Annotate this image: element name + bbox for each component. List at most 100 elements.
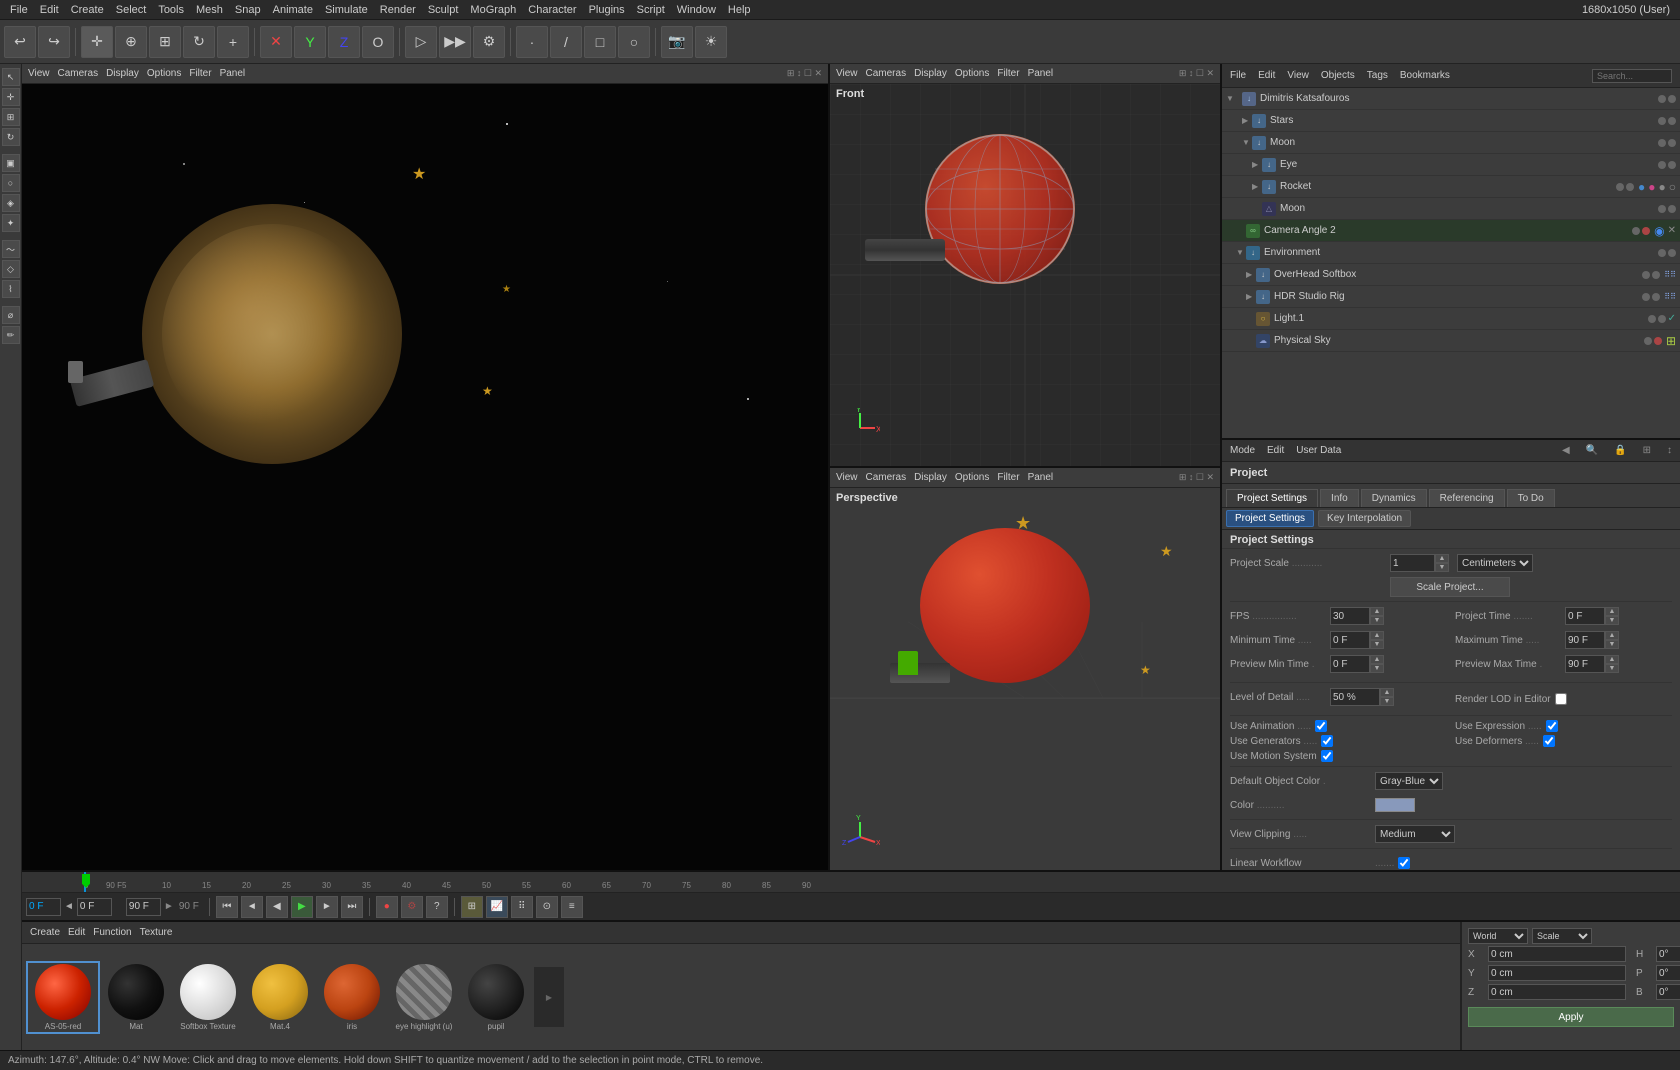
attr-menu-userdata[interactable]: User Data <box>1296 445 1341 456</box>
x-axis-btn[interactable]: ✕ <box>260 26 292 58</box>
stars-render[interactable] <box>1668 117 1676 125</box>
menu-select[interactable]: Select <box>110 4 153 16</box>
perspective-3d-viewport[interactable]: Perspective ★ ★ <box>830 488 1220 870</box>
attr-menu-mode[interactable]: Mode <box>1230 445 1255 456</box>
moon-render[interactable] <box>1668 139 1676 147</box>
project-scale-unit[interactable]: Centimeters Meters Millimeters <box>1457 554 1533 572</box>
y-axis-btn[interactable]: Y <box>294 26 326 58</box>
env-render[interactable] <box>1668 249 1676 257</box>
obj-menu-tags[interactable]: Tags <box>1367 70 1388 81</box>
lt-nurbs[interactable]: ◇ <box>2 260 20 278</box>
tl-motion2[interactable]: ⊙ <box>536 896 558 918</box>
menu-help[interactable]: Help <box>722 4 757 16</box>
use-animation-checkbox[interactable] <box>1315 720 1327 732</box>
env-vis[interactable] <box>1658 249 1666 257</box>
obj-light1[interactable]: ○ Light.1 ✓ <box>1222 308 1680 330</box>
obj-eye[interactable]: ▶ ↓ Eye <box>1222 154 1680 176</box>
redo-btn[interactable]: ↪ <box>38 26 70 58</box>
menu-mograph[interactable]: MoGraph <box>464 4 522 16</box>
menu-simulate[interactable]: Simulate <box>319 4 374 16</box>
max-time-input[interactable] <box>1565 631 1605 649</box>
eye-render[interactable] <box>1668 161 1676 169</box>
pt-up[interactable]: ▲ <box>1605 607 1619 616</box>
vp-front-filter[interactable]: Filter <box>997 68 1019 79</box>
coord-x-input[interactable] <box>1488 946 1626 962</box>
tl-play-back[interactable]: ◀ <box>266 896 288 918</box>
vp-front-cameras[interactable]: Cameras <box>866 68 907 79</box>
obj-camera[interactable]: ∞ Camera Angle 2 ◉ ✕ <box>1222 220 1680 242</box>
lt-move[interactable]: ✛ <box>2 88 20 106</box>
default-color-select[interactable]: Gray-Blue <box>1375 772 1443 790</box>
mat-pupil[interactable]: pupil <box>462 964 530 1031</box>
obj-moon[interactable]: ▼ ↓ Moon <box>1222 132 1680 154</box>
lt-paint[interactable]: ✏ <box>2 326 20 344</box>
scale-tool[interactable]: ⊞ <box>149 26 181 58</box>
undo-btn[interactable]: ↩ <box>4 26 36 58</box>
tl-motion[interactable]: ? <box>426 896 448 918</box>
tl-current-frame[interactable] <box>77 898 112 916</box>
coord-scale-select[interactable]: Scale <box>1532 928 1592 944</box>
rocket-render[interactable] <box>1626 183 1634 191</box>
object-mode[interactable]: ○ <box>618 26 650 58</box>
obj-menu-edit[interactable]: Edit <box>1258 70 1275 81</box>
vp-persp-view[interactable]: View <box>836 472 858 483</box>
preview-max-input[interactable] <box>1565 655 1605 673</box>
mat-mat[interactable]: Mat <box>102 964 170 1031</box>
vp-persp-cameras[interactable]: Cameras <box>866 472 907 483</box>
use-motion-checkbox[interactable] <box>1321 750 1333 762</box>
menu-tools[interactable]: Tools <box>152 4 190 16</box>
softbox-vis[interactable] <box>1642 271 1650 279</box>
obj-stars[interactable]: ▶ ↓ Stars <box>1222 110 1680 132</box>
lod-input[interactable] <box>1330 688 1380 706</box>
obj-search-input[interactable] <box>1592 69 1672 83</box>
coord-b-input[interactable] <box>1656 984 1680 1000</box>
min-time-input[interactable] <box>1330 631 1370 649</box>
vis-dot[interactable] <box>1658 95 1666 103</box>
front-3d-viewport[interactable]: Front <box>830 84 1220 466</box>
prevmin-down[interactable]: ▼ <box>1370 664 1384 673</box>
lt-deform[interactable]: ⌇ <box>2 280 20 298</box>
tab-todo[interactable]: To Do <box>1507 489 1555 507</box>
tl-curves[interactable]: 📈 <box>486 896 508 918</box>
menu-snap[interactable]: Snap <box>229 4 267 16</box>
tl-more[interactable]: ≡ <box>561 896 583 918</box>
render-region-btn[interactable]: ▶▶ <box>439 26 471 58</box>
vp-main-view[interactable]: View <box>28 68 50 79</box>
fps-input[interactable] <box>1330 607 1370 625</box>
edge-mode[interactable]: / <box>550 26 582 58</box>
menu-sculpt[interactable]: Sculpt <box>422 4 465 16</box>
softbox-render[interactable] <box>1652 271 1660 279</box>
vp-main-options[interactable]: Options <box>147 68 181 79</box>
lt-spline[interactable]: 〜 <box>2 240 20 258</box>
mat-iris[interactable]: iris <box>318 964 386 1031</box>
vp-main-filter[interactable]: Filter <box>189 68 211 79</box>
main-3d-viewport[interactable]: ★ ★ ★ <box>22 84 828 870</box>
vp-main-display[interactable]: Display <box>106 68 139 79</box>
project-time-input[interactable] <box>1565 607 1605 625</box>
mint-up[interactable]: ▲ <box>1370 631 1384 640</box>
sky-vis[interactable] <box>1644 337 1652 345</box>
obj-menu-bookmarks[interactable]: Bookmarks <box>1400 70 1450 81</box>
mat-menu-create[interactable]: Create <box>30 927 60 938</box>
coord-y-input[interactable] <box>1488 965 1626 981</box>
vp-persp-filter[interactable]: Filter <box>997 472 1019 483</box>
camera-vis[interactable] <box>1632 227 1640 235</box>
maxt-up[interactable]: ▲ <box>1605 631 1619 640</box>
lt-rotate[interactable]: ↻ <box>2 128 20 146</box>
rotate-tool[interactable]: ↻ <box>183 26 215 58</box>
light-btn[interactable]: ☀ <box>695 26 727 58</box>
obj-physical-sky[interactable]: ☁ Physical Sky ⊞ <box>1222 330 1680 352</box>
menu-animate[interactable]: Animate <box>267 4 319 16</box>
tl-record[interactable]: ● <box>376 896 398 918</box>
vp-front-view[interactable]: View <box>836 68 858 79</box>
menu-plugins[interactable]: Plugins <box>583 4 631 16</box>
mint-down[interactable]: ▼ <box>1370 640 1384 649</box>
spinbox-down[interactable]: ▼ <box>1435 563 1449 572</box>
render-btn[interactable]: ▷ <box>405 26 437 58</box>
coord-h-input[interactable] <box>1656 946 1680 962</box>
prevmax-down[interactable]: ▼ <box>1605 664 1619 673</box>
tab-info[interactable]: Info <box>1320 489 1359 507</box>
moon-vis[interactable] <box>1658 139 1666 147</box>
stars-vis[interactable] <box>1658 117 1666 125</box>
use-generators-checkbox[interactable] <box>1321 735 1333 747</box>
